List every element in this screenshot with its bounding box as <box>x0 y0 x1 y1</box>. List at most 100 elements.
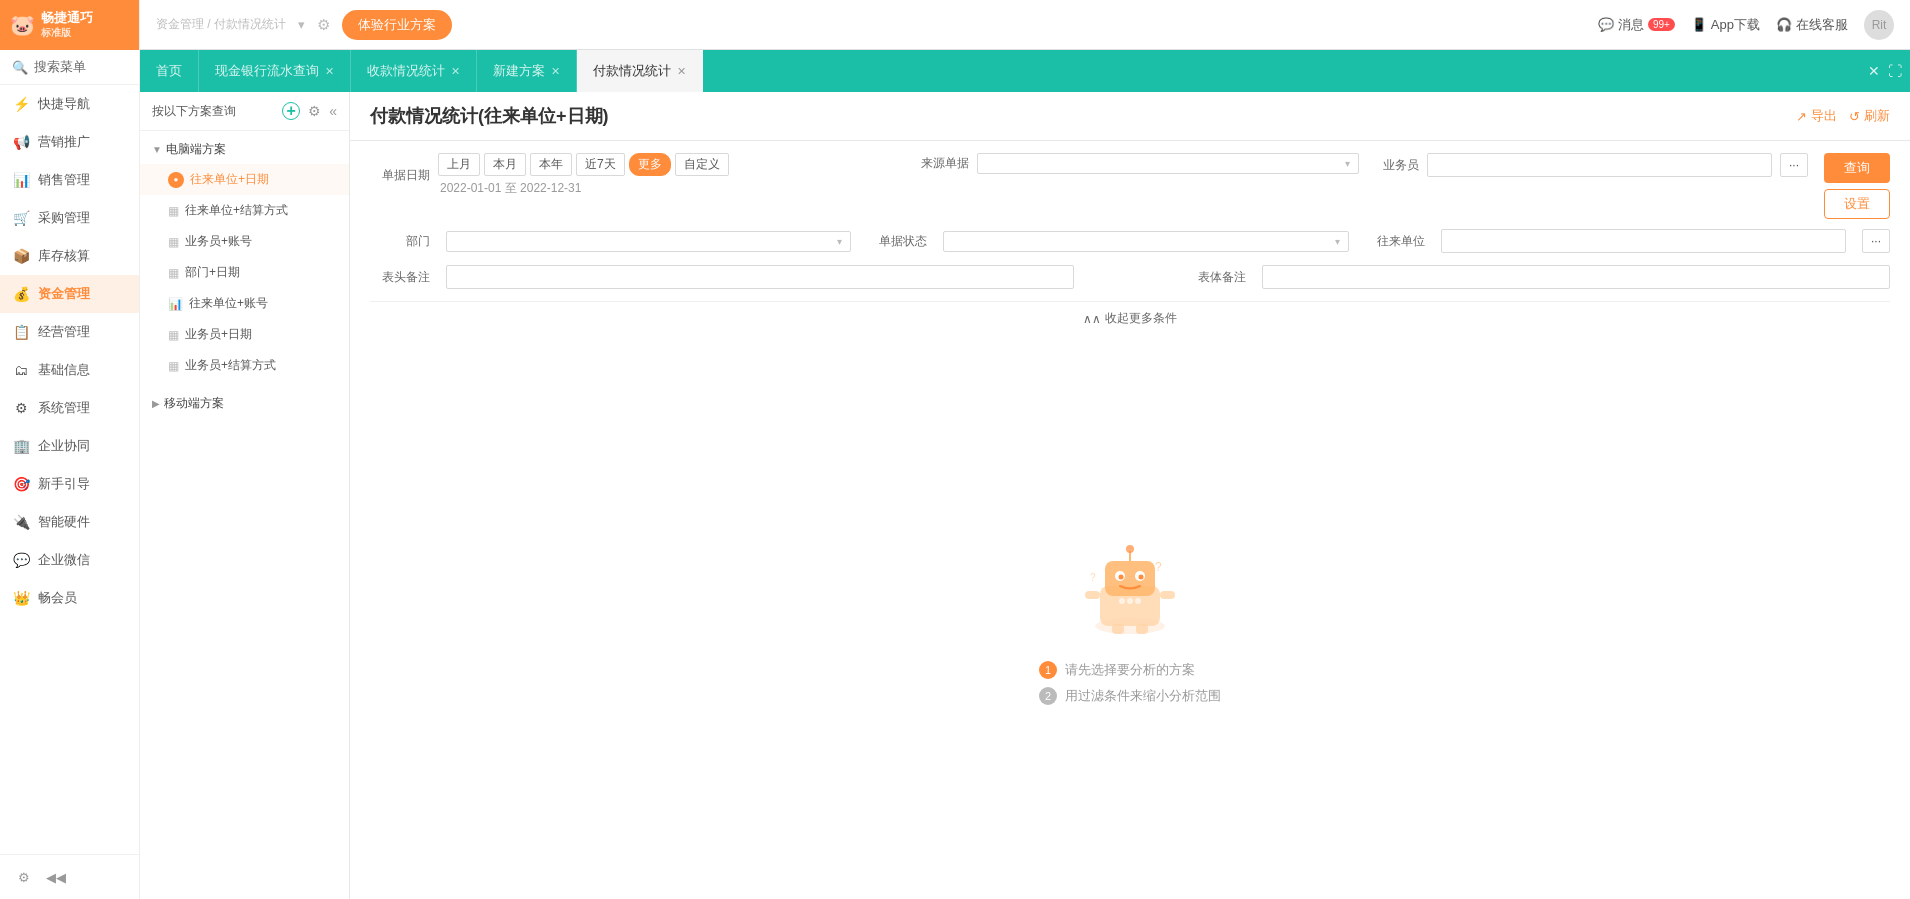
sidebar-nav: ⚡ 快捷导航 📢 营销推广 📊 销售管理 🛒 采购管理 📦 库存核算 💰 资金管… <box>0 85 139 617</box>
close-all-tabs-btn[interactable]: ✕ <box>1868 63 1880 79</box>
sidebar-item-sales[interactable]: 📊 销售管理 <box>0 161 139 199</box>
desktop-group-arrow: ▼ <box>152 144 162 155</box>
app-name: 畅捷通巧 <box>41 10 93 26</box>
salesperson-ellipsis-btn[interactable]: ··· <box>1780 153 1808 177</box>
sidebar-item-label: 经营管理 <box>38 323 90 341</box>
partner-label: 往来单位 <box>1365 233 1425 250</box>
date-btn-last-7-days[interactable]: 近7天 <box>576 153 625 176</box>
breadcrumb: 资金管理 / 付款情况统计 <box>156 16 286 33</box>
date-btn-this-year[interactable]: 本年 <box>530 153 572 176</box>
user-avatar[interactable]: Rit <box>1864 10 1894 40</box>
body-note-input[interactable] <box>1262 265 1890 289</box>
date-btn-last-month[interactable]: 上月 <box>438 153 480 176</box>
scheme-table-icon4: ▦ <box>168 328 179 342</box>
date-label: 单据日期 <box>370 167 430 184</box>
date-btn-custom[interactable]: 自定义 <box>675 153 729 176</box>
filter-settings-btn[interactable]: 设置 <box>1824 189 1890 219</box>
desktop-group-label: 电脑端方案 <box>166 141 226 158</box>
scheme-item-partner-date[interactable]: ● 往来单位+日期 <box>140 164 349 195</box>
scheme-item-partner-account[interactable]: 📊 往来单位+账号 <box>140 288 349 319</box>
partner-ellipsis-btn[interactable]: ··· <box>1862 229 1890 253</box>
scheme-collapse-btn[interactable]: « <box>329 103 337 119</box>
sidebar-item-system[interactable]: ⚙ 系统管理 <box>0 389 139 427</box>
settings-bottom-icon[interactable]: ⚙ <box>12 865 36 889</box>
export-btn[interactable]: ↗ 导出 <box>1796 107 1837 125</box>
mobile-scheme-group: ▶ 移动端方案 <box>140 385 349 422</box>
expand-tabs-btn[interactable]: ⛶ <box>1888 63 1902 79</box>
tabbar-right-actions: ✕ ⛶ <box>1860 50 1910 92</box>
scheme-panel-title: 按以下方案查询 <box>152 103 274 120</box>
scheme-item-salesperson-account[interactable]: ▦ 业务员+账号 <box>140 226 349 257</box>
scheme-item-salesperson-date[interactable]: ▦ 业务员+日期 <box>140 319 349 350</box>
add-scheme-btn[interactable]: + <box>282 102 300 120</box>
date-btn-this-month[interactable]: 本月 <box>484 153 526 176</box>
mobile-group-header[interactable]: ▶ 移动端方案 <box>140 389 349 418</box>
sidebar-item-finance[interactable]: 💰 资金管理 <box>0 275 139 313</box>
date-btn-more[interactable]: 更多 <box>629 153 671 176</box>
sidebar-item-basic-info[interactable]: 🗂 基础信息 <box>0 351 139 389</box>
tab-new-scheme-label: 新建方案 <box>493 62 545 80</box>
app-download-action[interactable]: 📱 App下载 <box>1691 16 1760 34</box>
svg-point-5 <box>1119 575 1124 580</box>
sidebar-item-member[interactable]: 👑 畅会员 <box>0 579 139 617</box>
sidebar-item-label: 库存核算 <box>38 247 90 265</box>
scheme-settings-btn[interactable]: ⚙ <box>308 103 321 119</box>
scheme-item-partner-settlement[interactable]: ▦ 往来单位+结算方式 <box>140 195 349 226</box>
tab-cash-flow-label: 现金银行流水查询 <box>215 62 319 80</box>
sidebar-item-purchase[interactable]: 🛒 采购管理 <box>0 199 139 237</box>
online-service-action[interactable]: 🎧 在线客服 <box>1776 16 1848 34</box>
tab-receipt-stats[interactable]: 收款情况统计 ✕ <box>351 50 477 92</box>
sidebar-item-marketing[interactable]: 📢 营销推广 <box>0 123 139 161</box>
tab-new-scheme[interactable]: 新建方案 ✕ <box>477 50 577 92</box>
topbar-dropdown-icon[interactable]: ▾ <box>298 17 305 32</box>
scheme-item-label: 往来单位+账号 <box>189 295 268 312</box>
collapse-more-btn[interactable]: ∧∧ 收起更多条件 <box>370 301 1890 335</box>
sidebar-item-enterprise[interactable]: 🏢 企业协同 <box>0 427 139 465</box>
purchase-icon: 🛒 <box>12 209 30 227</box>
topbar-gear-icon[interactable]: ⚙ <box>317 16 330 34</box>
partner-input[interactable] <box>1441 229 1846 253</box>
empty-tip-2: 2 用过滤条件来缩小分析范围 <box>1039 687 1221 705</box>
sidebar-item-label: 营销推广 <box>38 133 90 151</box>
collapse-sidebar-icon[interactable]: ◀◀ <box>44 865 68 889</box>
refresh-btn[interactable]: ↺ 刷新 <box>1849 107 1890 125</box>
source-select[interactable]: ▾ <box>977 153 1358 174</box>
sidebar-item-quick-nav[interactable]: ⚡ 快捷导航 <box>0 85 139 123</box>
message-action[interactable]: 💬 消息 99+ <box>1598 16 1675 34</box>
wechat-icon: 💬 <box>12 551 30 569</box>
sidebar-item-wechat[interactable]: 💬 企业微信 <box>0 541 139 579</box>
tab-new-scheme-close[interactable]: ✕ <box>551 65 560 78</box>
topbar-actions: 💬 消息 99+ 📱 App下载 🎧 在线客服 Rit <box>1598 10 1894 40</box>
scheme-item-salesperson-settlement[interactable]: ▦ 业务员+结算方式 <box>140 350 349 381</box>
salesperson-input[interactable] <box>1427 153 1772 177</box>
sidebar-item-guide[interactable]: 🎯 新手引导 <box>0 465 139 503</box>
search-menu[interactable]: 🔍 搜索菜单 <box>0 50 139 85</box>
doc-status-select[interactable]: ▾ <box>943 231 1348 252</box>
tab-payment-stats[interactable]: 付款情况统计 ✕ <box>577 50 703 92</box>
tab-cash-flow[interactable]: 现金银行流水查询 ✕ <box>199 50 351 92</box>
topbar: 资金管理 / 付款情况统计 ▾ ⚙ 体验行业方案 💬 消息 99+ 📱 App下… <box>140 0 1910 50</box>
tab-home[interactable]: 首页 <box>140 50 199 92</box>
desktop-group-header[interactable]: ▼ 电脑端方案 <box>140 135 349 164</box>
sidebar-item-operations[interactable]: 📋 经营管理 <box>0 313 139 351</box>
tip-text-1: 请先选择要分析的方案 <box>1065 661 1195 679</box>
tab-payment-stats-close[interactable]: ✕ <box>677 65 686 78</box>
scheme-table-icon2: ▦ <box>168 235 179 249</box>
hardware-icon: 🔌 <box>12 513 30 531</box>
app-download-label: App下载 <box>1711 16 1760 34</box>
tab-receipt-stats-close[interactable]: ✕ <box>451 65 460 78</box>
collapse-label: 收起更多条件 <box>1105 310 1177 327</box>
dept-select[interactable]: ▾ <box>446 231 851 252</box>
enterprise-icon: 🏢 <box>12 437 30 455</box>
tab-cash-flow-close[interactable]: ✕ <box>325 65 334 78</box>
header-note-input[interactable] <box>446 265 1074 289</box>
dept-dropdown-arrow: ▾ <box>837 236 842 247</box>
scheme-item-label: 业务员+账号 <box>185 233 252 250</box>
tab-receipt-stats-label: 收款情况统计 <box>367 62 445 80</box>
sidebar-item-inventory[interactable]: 📦 库存核算 <box>0 237 139 275</box>
sidebar-item-hardware[interactable]: 🔌 智能硬件 <box>0 503 139 541</box>
query-btn[interactable]: 查询 <box>1824 153 1890 183</box>
scheme-item-dept-date[interactable]: ▦ 部门+日期 <box>140 257 349 288</box>
refresh-label: 刷新 <box>1864 107 1890 125</box>
trial-btn[interactable]: 体验行业方案 <box>342 10 452 40</box>
